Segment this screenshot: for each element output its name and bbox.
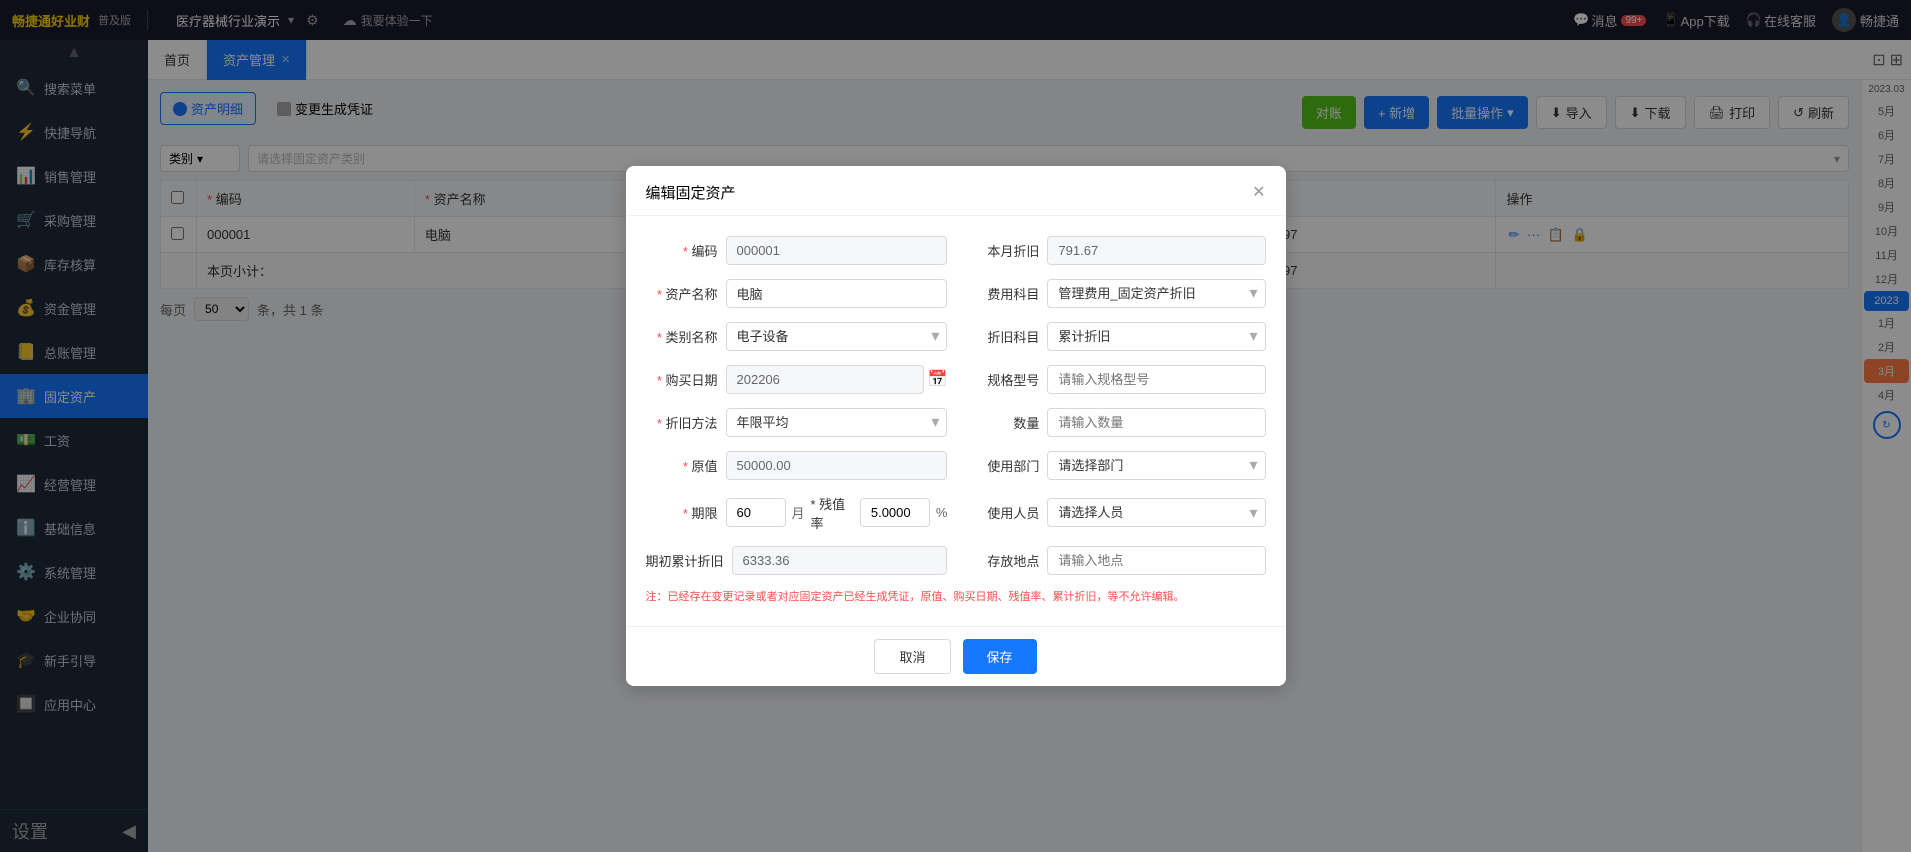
dep-method-select-wrap: 年限平均 ▾	[726, 408, 948, 437]
modal-title: 编辑固定资产	[646, 182, 736, 203]
modal-overlay: 编辑固定资产 ✕ 编码 本月折旧 资产名称	[0, 0, 1911, 852]
form-item-code: 编码	[646, 236, 948, 265]
residual-rate-label: * 残值率	[811, 494, 854, 532]
modal-close-btn[interactable]: ✕	[1252, 182, 1265, 202]
edit-asset-modal: 编辑固定资产 ✕ 编码 本月折旧 资产名称	[626, 166, 1286, 687]
code-label: 编码	[646, 241, 718, 260]
form-item-initial-dep: 期初累计折旧	[646, 546, 948, 575]
purchase-date-label: 购买日期	[646, 370, 718, 389]
use-department-select[interactable]: 请选择部门	[1047, 451, 1265, 480]
form-item-quantity: 数量	[967, 408, 1265, 437]
quantity-label: 数量	[967, 413, 1039, 432]
asset-name-label: 资产名称	[646, 284, 718, 303]
form-item-spec-model: 规格型号	[967, 365, 1265, 394]
storage-label: 存放地点	[967, 551, 1039, 570]
form-item-use-personnel: 使用人员 请选择人员 ▾	[967, 494, 1265, 532]
expense-subject-label: 费用科目	[967, 284, 1039, 303]
monthly-dep-input[interactable]	[1047, 236, 1265, 265]
form-note: 注：已经存在变更记录或者对应固定资产已经生成凭证，原值、购买日期、残值率、累计折…	[646, 589, 1266, 607]
dep-subject-label: 折旧科目	[967, 327, 1039, 346]
form-item-period: 期限 月 * 残值率 %	[646, 494, 948, 532]
spec-model-label: 规格型号	[967, 370, 1039, 389]
modal-footer: 取消 保存	[626, 626, 1286, 686]
form-item-category: 类别名称 电子设备 ▾	[646, 322, 948, 351]
use-department-label: 使用部门	[967, 456, 1039, 475]
monthly-dep-label: 本月折旧	[967, 241, 1039, 260]
use-department-select-wrap: 请选择部门 ▾	[1047, 451, 1265, 480]
form-item-asset-name: 资产名称	[646, 279, 948, 308]
form-item-dep-subject: 折旧科目 累计折旧 ▾	[967, 322, 1265, 351]
category-select-wrap: 电子设备 ▾	[726, 322, 948, 351]
form-item-original-value: 原值	[646, 451, 948, 480]
residual-rate-unit: %	[936, 505, 948, 520]
form-item-monthly-dep: 本月折旧	[967, 236, 1265, 265]
category-select[interactable]: 电子设备	[726, 322, 948, 351]
form-item-use-department: 使用部门 请选择部门 ▾	[967, 451, 1265, 480]
original-value-label: 原值	[646, 456, 718, 475]
form-item-expense-subject: 费用科目 管理费用_固定资产折旧 ▾	[967, 279, 1265, 308]
expense-subject-select-wrap: 管理费用_固定资产折旧 ▾	[1047, 279, 1265, 308]
form-grid: 编码 本月折旧 资产名称 费用科目	[646, 236, 1266, 607]
code-input[interactable]	[726, 236, 948, 265]
save-button[interactable]: 保存	[963, 639, 1037, 674]
storage-input[interactable]	[1047, 546, 1265, 575]
dep-method-select[interactable]: 年限平均	[726, 408, 948, 437]
quantity-input[interactable]	[1047, 408, 1265, 437]
period-label: 期限	[646, 503, 718, 522]
modal-header: 编辑固定资产 ✕	[626, 166, 1286, 216]
modal-body: 编码 本月折旧 资产名称 费用科目	[626, 216, 1286, 627]
user-select-wrap: 请选择人员 ▾	[1047, 498, 1265, 527]
calendar-icon[interactable]: 📅	[928, 369, 948, 389]
category-label: 类别名称	[646, 327, 718, 346]
form-item-storage: 存放地点	[967, 546, 1265, 575]
dep-subject-select[interactable]: 累计折旧	[1047, 322, 1265, 351]
original-value-input[interactable]	[726, 451, 948, 480]
expense-subject-select[interactable]: 管理费用_固定资产折旧	[1047, 279, 1265, 308]
purchase-date-input[interactable]	[726, 365, 924, 394]
initial-dep-label: 期初累计折旧	[646, 551, 724, 570]
form-item-purchase-date: 购买日期 📅	[646, 365, 948, 394]
asset-name-input[interactable]	[726, 279, 948, 308]
initial-dep-input[interactable]	[732, 546, 948, 575]
residual-rate-input[interactable]	[860, 498, 930, 527]
dep-subject-select-wrap: 累计折旧 ▾	[1047, 322, 1265, 351]
dep-method-label: 折旧方法	[646, 413, 718, 432]
user-label: 使用人员	[967, 503, 1039, 522]
user-select[interactable]: 请选择人员	[1047, 498, 1265, 527]
cancel-button[interactable]: 取消	[874, 639, 950, 674]
spec-model-input[interactable]	[1047, 365, 1265, 394]
period-wrap: 月 * 残值率 %	[726, 494, 948, 532]
period-input[interactable]	[726, 498, 786, 527]
form-item-dep-method: 折旧方法 年限平均 ▾	[646, 408, 948, 437]
period-unit: 月	[792, 503, 805, 522]
